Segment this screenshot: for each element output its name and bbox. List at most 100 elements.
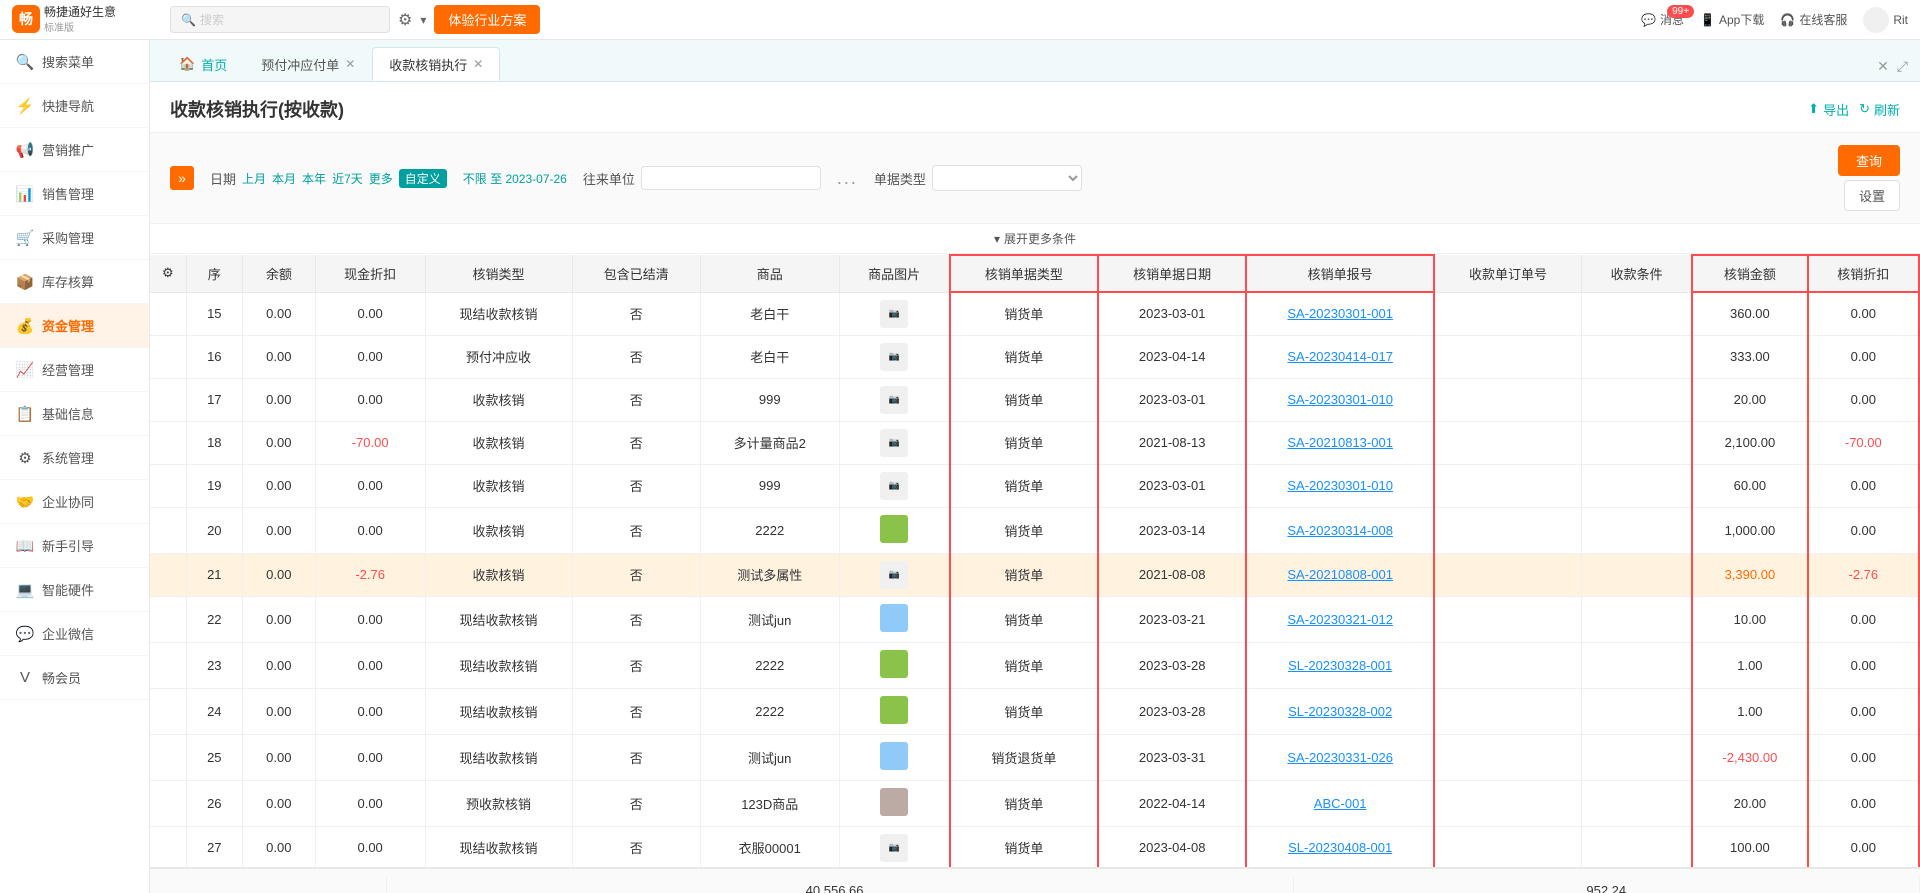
bill-report-no-link[interactable]: SA-20230414-017 [1287, 349, 1393, 364]
sidebar-item-purchase[interactable]: 🛒 采购管理 [0, 216, 149, 260]
cell-included-settled: 否 [572, 596, 700, 642]
table-scroll[interactable]: ⚙ 序 余额 现金折扣 核销类型 包含已结清 商品 商品图片 核销单据类型 核销… [150, 254, 1920, 867]
settings-icon[interactable]: ⚙ [398, 10, 412, 30]
date-7days[interactable]: 近7天 [332, 170, 363, 187]
date-last-month[interactable]: 上月 [242, 170, 266, 187]
expand-more-label: 展开更多条件 [1004, 230, 1076, 247]
cell-verify-type: 现结收款核销 [425, 596, 572, 642]
bill-type-select[interactable] [932, 165, 1082, 191]
avatar [1863, 7, 1889, 33]
tab-collection-close[interactable]: ✕ [473, 58, 483, 70]
user-area[interactable]: Rit [1863, 7, 1908, 33]
tab-prepay-close[interactable]: ✕ [345, 58, 355, 70]
sidebar-item-wechat[interactable]: 💬 企业微信 [0, 612, 149, 656]
cell-product-img: 📷 [839, 421, 950, 464]
bill-report-no-link[interactable]: SL-20230328-001 [1288, 658, 1392, 673]
bill-report-no-link[interactable]: SA-20210808-001 [1287, 567, 1393, 582]
filter-toggle-button[interactable]: » [170, 166, 194, 190]
tab-collection[interactable]: 收款核销执行 ✕ [372, 47, 500, 81]
col-header-settings[interactable]: ⚙ [150, 255, 186, 292]
sidebar-item-label: 搜索菜单 [42, 52, 94, 71]
cell-seq: 18 [186, 421, 242, 464]
bill-report-no-link[interactable]: SA-20230314-008 [1287, 523, 1393, 538]
cell-seq: 24 [186, 688, 242, 734]
sidebar-item-operations[interactable]: 📈 经营管理 [0, 348, 149, 392]
bill-type-filter-group: 单据类型 [874, 165, 1082, 191]
sidebar-item-hardware[interactable]: 💻 智能硬件 [0, 568, 149, 612]
close-window-icon[interactable]: ✕ [1877, 58, 1889, 75]
bill-report-no-link[interactable]: ABC-001 [1314, 796, 1367, 811]
cell-receipt-condition [1582, 421, 1693, 464]
cell-bill-report-no: SA-20230321-012 [1246, 596, 1434, 642]
bill-report-no-link[interactable]: SA-20230301-010 [1287, 478, 1393, 493]
bill-report-no-link[interactable]: SA-20230301-010 [1287, 392, 1393, 407]
app-download-item[interactable]: 📱 App下载 [1700, 11, 1764, 28]
tab-home[interactable]: 🏠 首页 [162, 47, 244, 81]
settings-button[interactable]: 设置 [1844, 180, 1900, 211]
cell-receipt-order-no [1434, 507, 1582, 553]
refresh-button[interactable]: ↻ 刷新 [1859, 100, 1900, 119]
online-service-item[interactable]: 🎧 在线客服 [1780, 11, 1847, 28]
message-icon-item[interactable]: 💬 消息 99+ [1641, 11, 1684, 28]
sidebar-item-basic-info[interactable]: 📋 基础信息 [0, 392, 149, 436]
counterparty-label: 往来单位 [583, 169, 635, 188]
col-header-verify-amount: 核销金额 [1692, 255, 1807, 292]
cell-verify-amount: 3,390.00 [1692, 553, 1807, 596]
cell-receipt-condition [1582, 596, 1693, 642]
sidebar-item-finance[interactable]: 💰 资金管理 [0, 304, 149, 348]
more-filters-dots[interactable]: ... [837, 168, 858, 189]
date-more[interactable]: 更多 [369, 170, 393, 187]
cell-bill-report-type: 销货单 [950, 421, 1098, 464]
export-button[interactable]: ⬆ 导出 [1808, 100, 1849, 119]
cell-cash-discount: 0.00 [315, 507, 425, 553]
sidebar-item-inventory[interactable]: 📦 库存核算 [0, 260, 149, 304]
home-icon: 🏠 [179, 56, 195, 72]
sidebar-item-sales[interactable]: 📊 销售管理 [0, 172, 149, 216]
expand-window-icon[interactable]: ⤢ [1897, 58, 1908, 75]
sidebar-item-system[interactable]: ⚙ 系统管理 [0, 436, 149, 480]
col-header-balance: 余额 [242, 255, 315, 292]
computer-icon: 💻 [16, 581, 34, 599]
cell-settings [150, 688, 186, 734]
cell-product: 测试jun [700, 734, 839, 780]
cell-bill-report-type: 销货单 [950, 378, 1098, 421]
sidebar-item-member[interactable]: V 畅会员 [0, 656, 149, 700]
sidebar-item-marketing[interactable]: 📢 营销推广 [0, 128, 149, 172]
global-search[interactable]: 🔍 搜索 [170, 6, 390, 33]
sidebar-item-quicknav[interactable]: ⚡ 快捷导航 [0, 84, 149, 128]
tab-bar: 🏠 首页 预付冲应付单 ✕ 收款核销执行 ✕ ✕ ⤢ [150, 40, 1920, 82]
solution-button[interactable]: 体验行业方案 [434, 5, 540, 34]
expand-more-button[interactable]: ▾ 展开更多条件 [994, 230, 1076, 247]
dropdown-icon[interactable]: ▾ [420, 13, 426, 27]
bill-report-no-link[interactable]: SL-20230408-001 [1288, 840, 1392, 855]
cell-product-img: 📷 [839, 378, 950, 421]
cell-bill-report-date: 2023-03-31 [1098, 734, 1246, 780]
date-this-year[interactable]: 本年 [302, 170, 326, 187]
cell-seq: 23 [186, 642, 242, 688]
sidebar-item-label: 智能硬件 [42, 580, 94, 599]
bill-report-no-link[interactable]: SA-20210813-001 [1287, 435, 1393, 450]
bill-report-no-link[interactable]: SA-20230331-026 [1287, 750, 1393, 765]
sidebar-item-collab[interactable]: 🤝 企业协同 [0, 480, 149, 524]
cell-verify-discount: -2.76 [1808, 553, 1919, 596]
query-button[interactable]: 查询 [1838, 145, 1900, 176]
cell-cash-discount: 0.00 [315, 688, 425, 734]
cell-receipt-order-no [1434, 734, 1582, 780]
bill-report-no-link[interactable]: SA-20230301-001 [1287, 306, 1393, 321]
brand-logo: 畅 [12, 5, 40, 33]
cell-cash-discount: 0.00 [315, 464, 425, 507]
bill-report-no-link[interactable]: SA-20230321-012 [1287, 612, 1393, 627]
sidebar-item-guide[interactable]: 📖 新手引导 [0, 524, 149, 568]
cell-balance: 0.00 [242, 464, 315, 507]
cell-seq: 15 [186, 292, 242, 335]
counterparty-input[interactable] [641, 166, 821, 190]
cell-receipt-order-no [1434, 421, 1582, 464]
cell-receipt-condition [1582, 734, 1693, 780]
tab-prepay[interactable]: 预付冲应付单 ✕ [244, 47, 372, 81]
date-this-month[interactable]: 本月 [272, 170, 296, 187]
sidebar-item-search[interactable]: 🔍 搜索菜单 [0, 40, 149, 84]
bill-report-no-link[interactable]: SL-20230328-002 [1288, 704, 1392, 719]
date-custom[interactable]: 自定义 [399, 169, 447, 188]
cell-bill-report-no: SA-20230301-010 [1246, 464, 1434, 507]
date-range-text: 不限 至 2023-07-26 [463, 170, 567, 187]
